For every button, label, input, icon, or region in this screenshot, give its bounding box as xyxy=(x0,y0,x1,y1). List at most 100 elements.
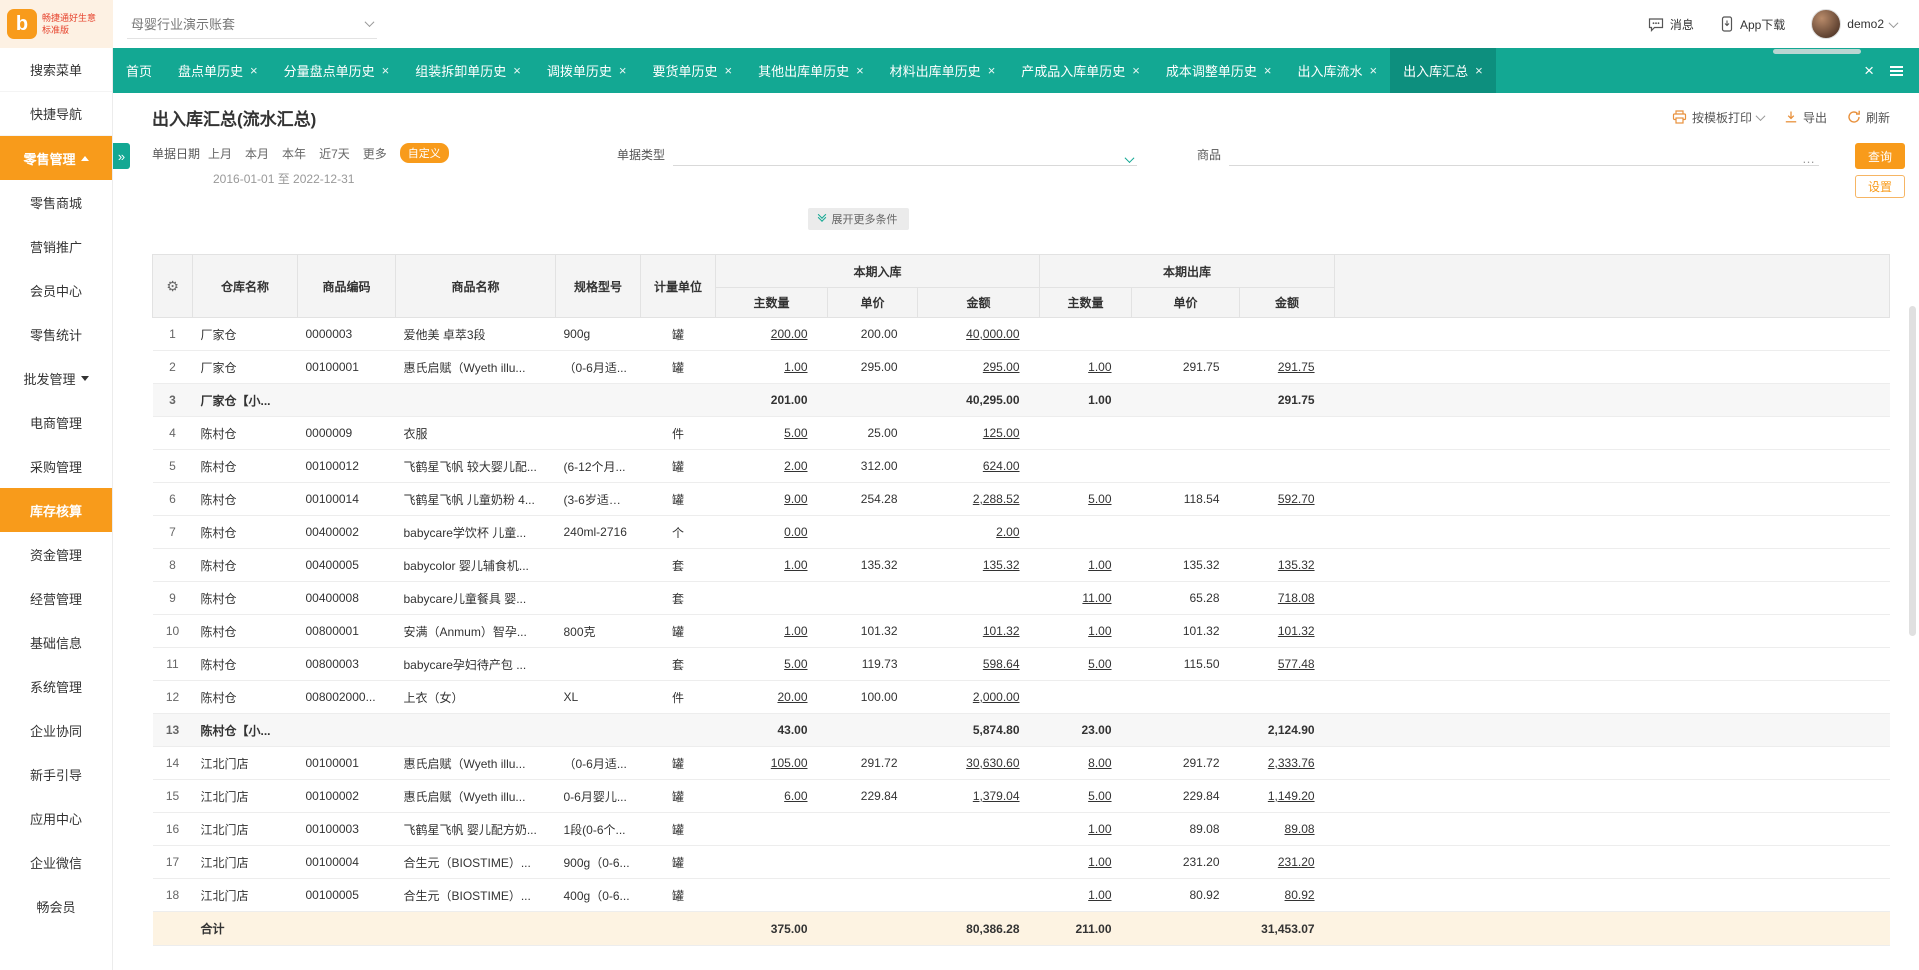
table-settings-header[interactable]: ⚙ xyxy=(152,254,193,318)
drilldown-link[interactable]: 2,000.00 xyxy=(973,690,1020,704)
sidebar-item[interactable]: 电商管理 xyxy=(0,400,112,444)
sidebar-item[interactable]: 新手引导 xyxy=(0,752,112,796)
drilldown-link[interactable]: 2.00 xyxy=(784,459,807,473)
drilldown-link[interactable]: 105.00 xyxy=(771,756,808,770)
drilldown-link[interactable]: 1.00 xyxy=(1088,855,1111,869)
drilldown-link[interactable]: 1.00 xyxy=(1088,360,1111,374)
drilldown-link[interactable]: 2,288.52 xyxy=(973,492,1020,506)
drilldown-link[interactable]: 101.32 xyxy=(1278,624,1315,638)
sidebar-item[interactable]: 系统管理 xyxy=(0,664,112,708)
drilldown-link[interactable]: 2.00 xyxy=(996,525,1019,539)
drilldown-link[interactable]: 1.00 xyxy=(784,360,807,374)
drilldown-link[interactable]: 101.32 xyxy=(983,624,1020,638)
drilldown-link[interactable]: 1.00 xyxy=(1088,822,1111,836)
quick-range-link[interactable]: 本月 xyxy=(245,147,269,161)
tab-close-icon[interactable]: × xyxy=(1370,64,1378,77)
sidebar-item[interactable]: 畅会员 xyxy=(0,884,112,928)
drilldown-link[interactable]: 200.00 xyxy=(771,327,808,341)
tab-list-icon[interactable] xyxy=(1890,65,1903,76)
refresh-button[interactable]: 刷新 xyxy=(1847,109,1890,126)
app-download-button[interactable]: App下载 xyxy=(1720,16,1785,33)
drilldown-link[interactable]: 0.00 xyxy=(784,525,807,539)
account-select[interactable]: 母婴行业演示账套 xyxy=(127,9,377,39)
sidebar-item[interactable]: 采购管理 xyxy=(0,444,112,488)
drilldown-link[interactable]: 718.08 xyxy=(1278,591,1315,605)
tab-item[interactable]: 出入库流水 × xyxy=(1285,48,1391,93)
tab-item[interactable]: 材料出库单历史 × xyxy=(877,48,1009,93)
drilldown-link[interactable]: 598.64 xyxy=(983,657,1020,671)
tab-close-icon[interactable]: × xyxy=(382,64,390,77)
tab-close-icon[interactable]: × xyxy=(856,64,864,77)
gear-icon[interactable]: ⚙ xyxy=(166,278,179,294)
drilldown-link[interactable]: 1,149.20 xyxy=(1268,789,1315,803)
drilldown-link[interactable]: 1.00 xyxy=(1088,888,1111,902)
tab-close-icon[interactable]: × xyxy=(619,64,627,77)
drilldown-link[interactable]: 1.00 xyxy=(1088,624,1111,638)
sidebar-item[interactable]: 零售管理 xyxy=(0,136,112,180)
sidebar-item[interactable]: 搜索菜单 xyxy=(0,48,112,92)
sidebar-item[interactable]: 营销推广 xyxy=(0,224,112,268)
custom-range-badge[interactable]: 自定义 xyxy=(399,143,449,163)
drilldown-link[interactable]: 291.75 xyxy=(1278,360,1315,374)
sidebar-item[interactable]: 资金管理 xyxy=(0,532,112,576)
sidebar-item[interactable]: 零售统计 xyxy=(0,312,112,356)
sidebar-item[interactable]: 库存核算 xyxy=(0,488,112,532)
messages-button[interactable]: 消息 xyxy=(1648,16,1694,33)
tab-close-icon[interactable]: × xyxy=(250,64,258,77)
tab-close-icon[interactable]: × xyxy=(988,64,996,77)
drilldown-link[interactable]: 1,379.04 xyxy=(973,789,1020,803)
drilldown-link[interactable]: 89.08 xyxy=(1285,822,1315,836)
drilldown-link[interactable]: 231.20 xyxy=(1278,855,1315,869)
drilldown-link[interactable]: 295.00 xyxy=(983,360,1020,374)
user-menu[interactable]: demo2 xyxy=(1811,9,1899,39)
drilldown-link[interactable]: 1.00 xyxy=(1088,558,1111,572)
drilldown-link[interactable]: 5.00 xyxy=(784,426,807,440)
drilldown-link[interactable]: 125.00 xyxy=(983,426,1020,440)
drilldown-link[interactable]: 1.00 xyxy=(784,558,807,572)
drilldown-link[interactable]: 6.00 xyxy=(784,789,807,803)
drilldown-link[interactable]: 80.92 xyxy=(1285,888,1315,902)
collapse-filters-button[interactable]: » xyxy=(113,143,130,169)
drilldown-link[interactable]: 11.00 xyxy=(1082,591,1111,605)
sidebar-item[interactable]: 批发管理 xyxy=(0,356,112,400)
quick-range-link[interactable]: 上月 xyxy=(208,147,232,161)
product-input[interactable]: … xyxy=(1229,146,1819,166)
sidebar-item[interactable]: 企业微信 xyxy=(0,840,112,884)
query-button[interactable]: 查询 xyxy=(1855,143,1905,169)
drilldown-link[interactable]: 2,333.76 xyxy=(1268,756,1315,770)
sidebar-item[interactable]: 会员中心 xyxy=(0,268,112,312)
tab-close-icon[interactable]: × xyxy=(724,64,732,77)
drilldown-link[interactable]: 135.32 xyxy=(983,558,1020,572)
tab-close-icon[interactable]: × xyxy=(513,64,521,77)
drilldown-link[interactable]: 20.00 xyxy=(777,690,807,704)
tabbar-scrollbar[interactable] xyxy=(1773,49,1861,54)
tab-close-icon[interactable]: × xyxy=(1132,64,1140,77)
tab-item[interactable]: 首页 xyxy=(113,48,165,93)
doc-type-select[interactable] xyxy=(673,146,1137,166)
print-by-template-button[interactable]: 按模板打印 xyxy=(1672,109,1766,126)
drilldown-link[interactable]: 1.00 xyxy=(784,624,807,638)
ellipsis-icon[interactable]: … xyxy=(1802,152,1815,165)
tab-item[interactable]: 其他出库单历史 × xyxy=(745,48,877,93)
sidebar-item[interactable]: 基础信息 xyxy=(0,620,112,664)
drilldown-link[interactable]: 8.00 xyxy=(1088,756,1111,770)
tab-item[interactable]: 组装拆卸单历史 × xyxy=(402,48,534,93)
drilldown-link[interactable]: 577.48 xyxy=(1278,657,1315,671)
sidebar-item[interactable]: 经营管理 xyxy=(0,576,112,620)
drilldown-link[interactable]: 30,630.60 xyxy=(966,756,1019,770)
quick-range-link[interactable]: 近7天 xyxy=(319,147,350,161)
quick-range-link[interactable]: 本年 xyxy=(282,147,306,161)
drilldown-link[interactable]: 5.00 xyxy=(1088,492,1111,506)
tab-item[interactable]: 盘点单历史 × xyxy=(165,48,271,93)
drilldown-link[interactable]: 135.32 xyxy=(1278,558,1315,572)
drilldown-link[interactable]: 5.00 xyxy=(1088,789,1111,803)
tab-close-icon[interactable]: × xyxy=(1264,64,1272,77)
tab-item[interactable]: 产成品入库单历史 × xyxy=(1008,48,1153,93)
tab-item[interactable]: 出入库汇总 × xyxy=(1390,48,1496,93)
export-button[interactable]: 导出 xyxy=(1784,109,1827,126)
sidebar-item[interactable]: 快捷导航 xyxy=(0,92,112,136)
settings-button[interactable]: 设置 xyxy=(1855,175,1905,198)
drilldown-link[interactable]: 592.70 xyxy=(1278,492,1315,506)
sidebar-item[interactable]: 企业协同 xyxy=(0,708,112,752)
drilldown-link[interactable]: 5.00 xyxy=(1088,657,1111,671)
